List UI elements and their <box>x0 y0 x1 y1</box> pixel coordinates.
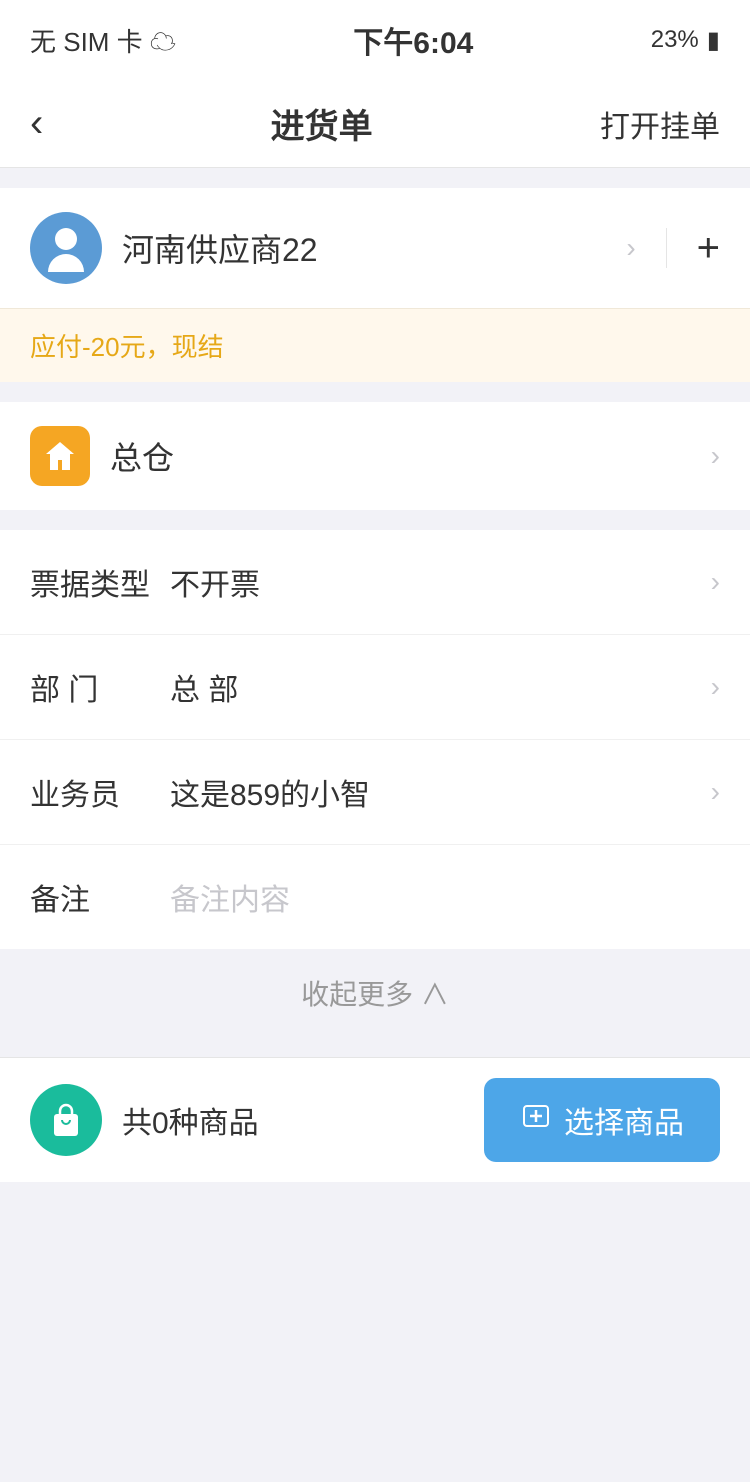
department-value: 总 部 <box>170 665 711 709</box>
battery-icon: ▮ <box>707 26 720 55</box>
status-left: 无 SIM 卡 ☁ <box>30 22 176 59</box>
gray-fill <box>0 1182 750 1482</box>
open-pending-button[interactable]: 打开挂单 <box>600 102 720 146</box>
supplier-divider <box>666 228 667 268</box>
remark-row[interactable]: 备注 备注内容 <box>0 845 750 949</box>
department-row[interactable]: 部 门 总 部 › <box>0 635 750 740</box>
invoice-type-value: 不开票 <box>170 560 711 604</box>
department-label: 部 门 <box>30 665 150 709</box>
select-btn-icon <box>520 1100 552 1140</box>
section-gap-1 <box>0 168 750 188</box>
warehouse-chevron-icon: › <box>711 440 720 472</box>
invoice-type-row[interactable]: 票据类型 不开票 › <box>0 530 750 635</box>
supplier-avatar <box>30 212 102 284</box>
product-bag-icon <box>46 1100 86 1140</box>
signal-text: 无 SIM 卡 ☁ <box>30 22 176 59</box>
supplier-name: 河南供应商22 <box>122 225 626 271</box>
remark-label: 备注 <box>30 875 150 919</box>
collapse-label: 收起更多 ∧ <box>301 973 449 1013</box>
warehouse-icon <box>30 426 90 486</box>
supplier-actions: › + <box>626 226 720 271</box>
invoice-type-label: 票据类型 <box>30 560 150 604</box>
section-gap-4 <box>0 1037 750 1057</box>
salesperson-row[interactable]: 业务员 这是859的小智 › <box>0 740 750 845</box>
supplier-chevron-icon[interactable]: › <box>626 232 635 264</box>
supplier-add-icon[interactable]: + <box>697 226 720 271</box>
house-svg <box>42 438 78 474</box>
status-right: 23% ▮ <box>651 26 720 55</box>
invoice-type-chevron: › <box>711 566 720 598</box>
form-section: 票据类型 不开票 › 部 门 总 部 › 业务员 这是859的小智 › 备注 备… <box>0 530 750 949</box>
battery-text: 23% <box>651 26 699 54</box>
select-btn-label: 选择商品 <box>564 1098 684 1142</box>
section-gap-2 <box>0 382 750 402</box>
page-title: 进货单 <box>271 99 373 148</box>
salesperson-label: 业务员 <box>30 770 150 814</box>
product-icon-wrap <box>30 1084 102 1156</box>
section-gap-3 <box>0 510 750 530</box>
nav-bar: ‹ 进货单 打开挂单 <box>0 80 750 168</box>
supplier-row[interactable]: 河南供应商22 › + <box>0 188 750 308</box>
notice-banner: 应付-20元，现结 <box>0 308 750 382</box>
department-chevron: › <box>711 671 720 703</box>
salesperson-value: 这是859的小智 <box>170 770 711 814</box>
product-count-label: 共0种商品 <box>122 1098 484 1142</box>
remark-value[interactable]: 备注内容 <box>170 875 720 919</box>
supplier-section: 河南供应商22 › + 应付-20元，现结 <box>0 188 750 382</box>
warehouse-name: 总仓 <box>110 433 711 479</box>
status-time: 下午6:04 <box>353 18 473 62</box>
avatar-person-icon <box>46 228 86 268</box>
warehouse-row[interactable]: 总仓 › <box>0 402 750 510</box>
salesperson-chevron: › <box>711 776 720 808</box>
select-product-button[interactable]: 选择商品 <box>484 1078 720 1162</box>
status-bar: 无 SIM 卡 ☁ 下午6:04 23% ▮ <box>0 0 750 80</box>
collapse-row[interactable]: 收起更多 ∧ <box>0 949 750 1037</box>
back-button[interactable]: ‹ <box>30 101 43 146</box>
bottom-bar: 共0种商品 选择商品 <box>0 1057 750 1182</box>
warehouse-section: 总仓 › <box>0 402 750 510</box>
